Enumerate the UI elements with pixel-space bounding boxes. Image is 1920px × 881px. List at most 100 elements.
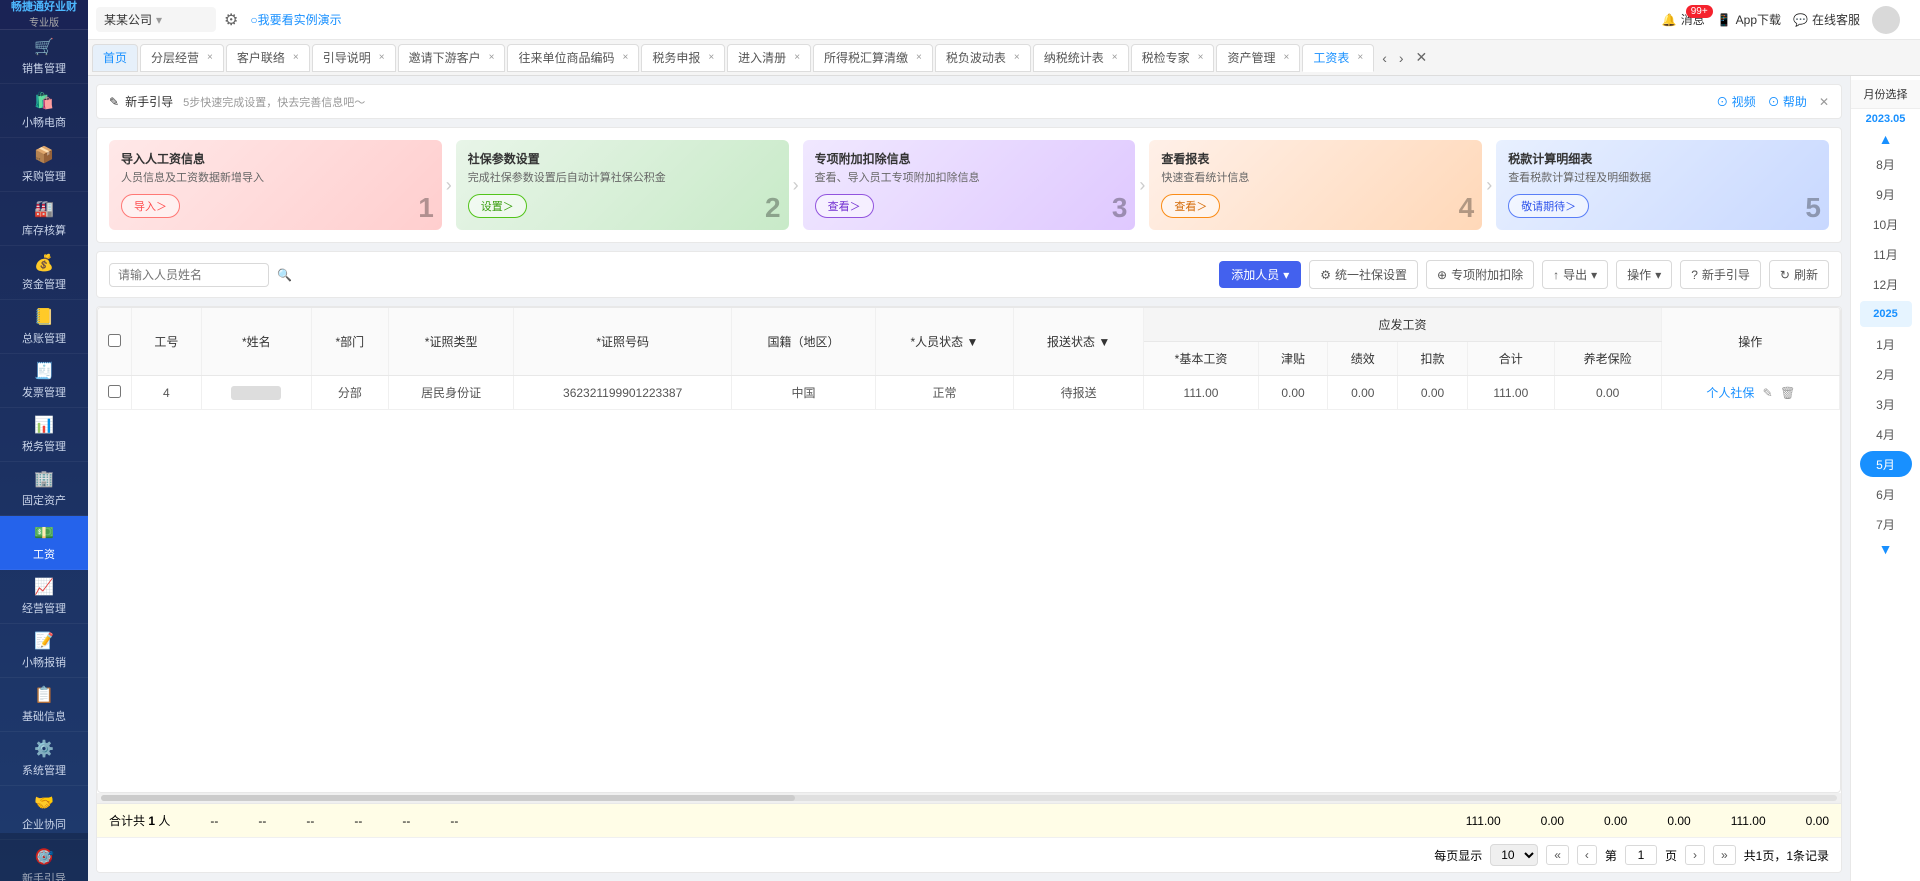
page-size-select[interactable]: 10 20 50: [1490, 844, 1538, 866]
tab-invite[interactable]: 邀请下游客户×: [398, 44, 506, 72]
month-2[interactable]: 2月: [1860, 361, 1912, 387]
month-nav-down[interactable]: ▼: [1875, 539, 1897, 559]
guide-help-btn[interactable]: ⊙ 帮助: [1768, 93, 1807, 110]
tab-customer[interactable]: 客户联络×: [226, 44, 310, 72]
page-number-input[interactable]: [1625, 845, 1657, 865]
tab-close-invite[interactable]: ×: [489, 52, 495, 63]
sidebar-item-sales[interactable]: 🛒 销售管理: [0, 30, 88, 84]
personal-insurance-link[interactable]: 个人社保: [1706, 386, 1754, 400]
step-4-btn[interactable]: 查看＞: [1161, 194, 1220, 218]
search-input[interactable]: [109, 263, 269, 287]
month-6[interactable]: 6月: [1860, 481, 1912, 507]
operations-button[interactable]: 操作 ▾: [1616, 260, 1672, 289]
tab-close-tax_report[interactable]: ×: [708, 52, 714, 63]
coop-label: 企业协同: [22, 816, 66, 832]
sidebar-item-system[interactable]: ⚙️ 系统管理: [0, 732, 88, 786]
month-10[interactable]: 10月: [1860, 211, 1912, 237]
sidebar-item-purchase[interactable]: 📦 采购管理: [0, 138, 88, 192]
step-3-btn[interactable]: 查看＞: [815, 194, 874, 218]
edit-icon[interactable]: ✎: [1763, 386, 1773, 400]
message-button[interactable]: 🔔 消息 99+: [1662, 11, 1705, 28]
scrollbar-thumb[interactable]: [101, 795, 795, 801]
addon-deduct-button[interactable]: ⊕ 专项附加扣除: [1426, 260, 1534, 289]
tab-tax_relief[interactable]: 税负波动表×: [935, 44, 1031, 72]
prev-page-button[interactable]: ‹: [1577, 845, 1597, 865]
tab-scroll-right[interactable]: ›: [1393, 50, 1410, 66]
tab-clearbook[interactable]: 进入清册×: [727, 44, 811, 72]
settings-button[interactable]: ⚙️: [0, 833, 88, 881]
add-person-button[interactable]: 添加人员 ▾: [1219, 261, 1301, 288]
table-scrollbar[interactable]: [97, 793, 1841, 803]
month-1[interactable]: 1月: [1860, 331, 1912, 357]
last-page-button[interactable]: »: [1713, 845, 1736, 865]
select-all-checkbox[interactable]: [108, 334, 121, 347]
tab-close-partition[interactable]: ×: [207, 52, 213, 63]
delete-icon[interactable]: 🗑: [1780, 386, 1795, 400]
month-9[interactable]: 9月: [1860, 181, 1912, 207]
tab-partition[interactable]: 分层经营×: [140, 44, 224, 72]
tab-tax_report[interactable]: 税务申报×: [641, 44, 725, 72]
month-4[interactable]: 4月: [1860, 421, 1912, 447]
tab-close-guide_tab[interactable]: ×: [379, 52, 385, 63]
sidebar-item-ecommerce[interactable]: 🛍️ 小畅电商: [0, 84, 88, 138]
th-total: 合计: [1467, 342, 1554, 376]
month-12[interactable]: 12月: [1860, 271, 1912, 297]
sidebar-item-operation[interactable]: 📈 经营管理: [0, 570, 88, 624]
tab-home[interactable]: 首页: [92, 44, 138, 72]
sidebar-item-marketing[interactable]: 📝 小畅报销: [0, 624, 88, 678]
tab-goods_code[interactable]: 往来单位商品编码×: [507, 44, 639, 72]
sidebar-item-payroll[interactable]: 💵 工资: [0, 516, 88, 570]
tab-close-assets_mgmt[interactable]: ×: [1283, 52, 1289, 63]
tab-tax_calc[interactable]: 所得税汇算清缴×: [813, 44, 933, 72]
online-service-button[interactable]: 💬 在线客服: [1793, 11, 1860, 28]
tab-guide_tab[interactable]: 引导说明×: [312, 44, 396, 72]
month-8[interactable]: 8月: [1860, 151, 1912, 177]
tab-close-clearbook[interactable]: ×: [794, 52, 800, 63]
tab-tax_expert[interactable]: 税检专家×: [1131, 44, 1215, 72]
month-3[interactable]: 3月: [1860, 391, 1912, 417]
export-button[interactable]: ↑ 导出 ▾: [1542, 260, 1608, 289]
step-5-btn[interactable]: 敬请期待＞: [1508, 194, 1589, 218]
step-1-btn[interactable]: 导入＞: [121, 194, 180, 218]
tab-close-all[interactable]: ✕: [1410, 49, 1434, 66]
tab-close-customer[interactable]: ×: [293, 52, 299, 63]
tab-close-tax_expert[interactable]: ×: [1198, 52, 1204, 63]
next-page-button[interactable]: ›: [1685, 845, 1705, 865]
month-11[interactable]: 11月: [1860, 241, 1912, 267]
app-download-button[interactable]: 📱 App下载: [1717, 11, 1781, 28]
refresh-button[interactable]: ↻ 刷新: [1769, 260, 1829, 289]
company-selector[interactable]: 某某公司 ▾: [96, 7, 216, 32]
first-page-button[interactable]: «: [1546, 845, 1569, 865]
tab-close-payroll_tab[interactable]: ×: [1357, 52, 1363, 63]
tab-close-tax_stat[interactable]: ×: [1112, 52, 1118, 63]
month-5[interactable]: 5月: [1860, 451, 1912, 477]
sidebar-item-basic[interactable]: 📋 基础信息: [0, 678, 88, 732]
tab-payroll_tab[interactable]: 工资表×: [1302, 44, 1374, 72]
month-7[interactable]: 7月: [1860, 511, 1912, 537]
tab-tax_stat[interactable]: 纳税统计表×: [1033, 44, 1129, 72]
guide-close-btn[interactable]: ✕: [1819, 95, 1829, 109]
new-guide-button[interactable]: ? 新手引导: [1680, 260, 1761, 289]
demo-button[interactable]: ○ 我要看实例演示: [250, 11, 341, 28]
sidebar-item-tax[interactable]: 📊 税务管理: [0, 408, 88, 462]
sidebar-item-ledger[interactable]: 📒 总账管理: [0, 300, 88, 354]
tab-close-tax_relief[interactable]: ×: [1014, 52, 1020, 63]
row-checkbox[interactable]: [108, 385, 121, 398]
guide-video-btn[interactable]: ⊙ 视频: [1716, 93, 1755, 110]
sidebar-item-invoice[interactable]: 🧾 发票管理: [0, 354, 88, 408]
tab-scroll-left[interactable]: ‹: [1376, 50, 1393, 66]
tab-assets_mgmt[interactable]: 资产管理×: [1216, 44, 1300, 72]
month-nav-up[interactable]: ▲: [1875, 129, 1897, 149]
user-avatar[interactable]: [1872, 6, 1900, 34]
sidebar-item-inventory[interactable]: 🏭 库存核算: [0, 192, 88, 246]
step-2-btn[interactable]: 设置＞: [468, 194, 527, 218]
tab-close-goods_code[interactable]: ×: [622, 52, 628, 63]
search-icon[interactable]: 🔍: [277, 268, 292, 282]
settings-gear-icon[interactable]: ⚙: [224, 10, 238, 30]
step-5-num: 5: [1805, 192, 1821, 224]
sidebar-item-assets[interactable]: 🏢 固定资产: [0, 462, 88, 516]
sidebar-item-finance[interactable]: 💰 资金管理: [0, 246, 88, 300]
cell-performance: 0.00: [1328, 376, 1398, 410]
tab-close-tax_calc[interactable]: ×: [916, 52, 922, 63]
unified-settings-button[interactable]: ⚙ 统一社保设置: [1309, 260, 1418, 289]
